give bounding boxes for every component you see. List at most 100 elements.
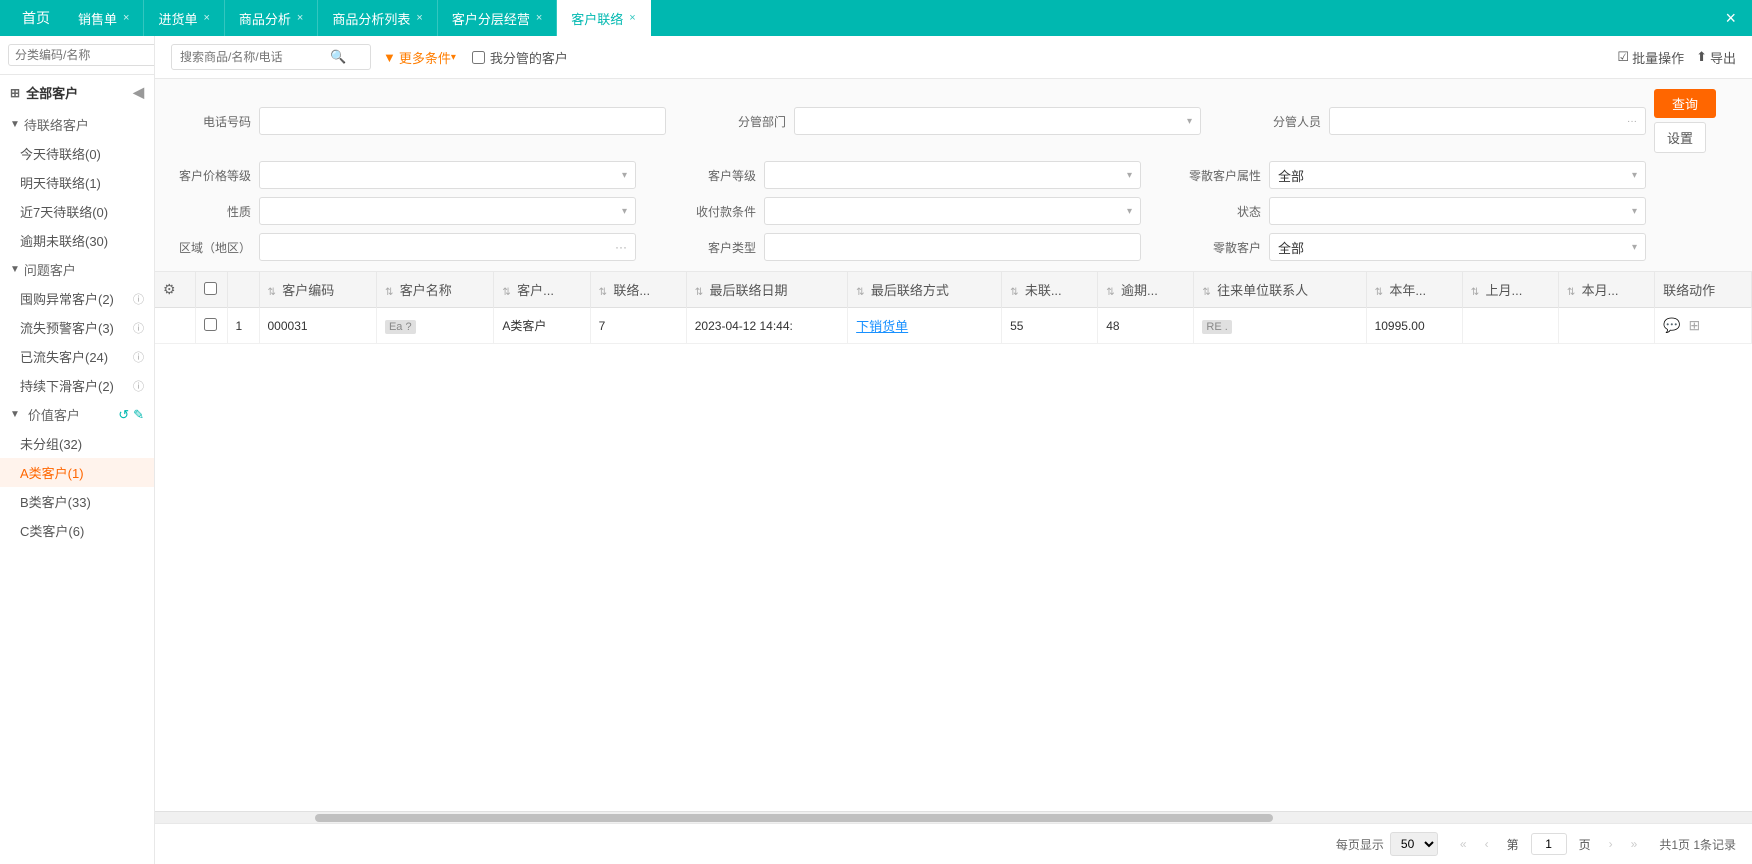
first-page-button[interactable]: « [1454,835,1473,853]
th-not-contacted[interactable]: ⇅ 未联... [1002,272,1098,308]
sort-icon: ⇅ [268,287,276,298]
last-page-button[interactable]: » [1625,835,1644,853]
per-page-select[interactable]: 50 [1390,832,1438,856]
settings-button[interactable]: 设置 [1654,122,1706,153]
query-button[interactable]: 查询 [1654,89,1716,118]
th-this-year[interactable]: ⇅ 本年... [1366,272,1462,308]
info-icon: ⓘ [133,349,144,365]
customer-level-select[interactable]: ▾ [764,161,1141,189]
td-last-contact-date: 2023-04-12 14:44: [686,308,847,344]
th-settings[interactable]: ⚙ [155,272,195,308]
close-icon[interactable]: × [629,12,635,24]
td-settings [155,308,195,344]
filter-search-icon[interactable]: 🔍 [330,49,346,65]
th-code[interactable]: ⇅ 客户编码 [259,272,376,308]
more-conditions-button[interactable]: ▼ 更多条件 ▾ [383,48,456,67]
td-checkbox [195,308,227,344]
page-input[interactable] [1531,833,1567,855]
close-icon[interactable]: × [416,12,422,24]
nav-tab-purchase[interactable]: 进货单 × [144,0,224,36]
scrollbar-thumb[interactable] [315,814,1273,822]
nav-tab-sales[interactable]: 销售单 × [64,0,144,36]
gear-icon[interactable]: ⚙ [163,281,176,297]
export-icon: ⬆ [1696,49,1707,65]
sidebar-item-7day-pending[interactable]: 近7天待联络(0) [0,197,154,226]
sidebar-group-pending[interactable]: ▼ 待联络客户 [0,110,154,139]
edit-icon[interactable]: ✎ [133,407,144,423]
next-page-button[interactable]: › [1603,835,1619,853]
refresh-icon[interactable]: ↺ [118,407,129,423]
sidebar-search-input[interactable] [8,44,155,66]
sidebar-item-a-class[interactable]: A类客户(1) [0,458,154,487]
sidebar-item-churn-warning[interactable]: 流失预警客户(3) ⓘ [0,313,154,342]
zero-retail-attr-select[interactable]: 全部 ▾ [1269,161,1646,189]
close-icon[interactable]: × [123,12,129,24]
region-label: 区域（地区） [171,239,251,256]
close-icon[interactable]: × [203,12,209,24]
person-select[interactable]: ··· [1329,107,1646,135]
my-customers-checkbox-label[interactable]: 我分管的客户 [472,48,568,67]
sidebar-item-ungrouped[interactable]: 未分组(32) [0,429,154,458]
batch-operation-button[interactable]: ☑ 批量操作 [1617,48,1684,67]
close-icon[interactable]: × [536,12,542,24]
collapse-button[interactable]: ◀ [133,84,144,101]
chevron-down-icon: ▾ [622,170,627,181]
close-all-button[interactable]: × [1717,8,1744,29]
sidebar-group-problem[interactable]: ▼ 问题客户 [0,255,154,284]
th-this-month[interactable]: ⇅ 本月... [1558,272,1654,308]
payment-select[interactable]: ▾ [764,197,1141,225]
filter-row-3: 性质 ▾ 收付款条件 ▾ 状态 [171,197,1736,225]
nature-select[interactable]: ▾ [259,197,636,225]
th-last-contact-date[interactable]: ⇅ 最后联络日期 [686,272,847,308]
th-last-contact-method[interactable]: ⇅ 最后联络方式 [848,272,1002,308]
dept-select[interactable]: ▾ [794,107,1201,135]
export-button[interactable]: ⬆ 导出 [1696,48,1736,67]
sidebar-item-declining[interactable]: 持续下滑客户(2) ⓘ [0,371,154,400]
filter-bar: 🔍 ▼ 更多条件 ▾ 我分管的客户 ☑ 批量操作 ⬆ 导出 [155,36,1752,79]
contact-method-link[interactable]: 下销货单 [856,319,908,334]
sidebar-item-overdue-contact[interactable]: 逾期未联络(30) [0,226,154,255]
th-contact-count[interactable]: ⇅ 联络... [590,272,686,308]
sidebar-item-tomorrow-pending[interactable]: 明天待联络(1) [0,168,154,197]
th-last-month[interactable]: ⇅ 上月... [1462,272,1558,308]
nav-tab-product-list[interactable]: 商品分析列表 × [318,0,437,36]
search-wrap: 🔍 [171,44,371,70]
nav-home[interactable]: 首页 [8,0,64,36]
horizontal-scrollbar[interactable] [155,811,1752,823]
th-related-contact[interactable]: ⇅ 往来单位联系人 [1194,272,1366,308]
action-chat-icon[interactable]: 💬 [1663,317,1680,334]
nav-tab-customer-contact[interactable]: 客户联络 × [557,0,650,36]
select-all-checkbox[interactable] [204,282,217,295]
close-icon[interactable]: × [297,12,303,24]
phone-input[interactable] [259,107,666,135]
td-last-contact-method[interactable]: 下销货单 [848,308,1002,344]
row-checkbox[interactable] [204,318,217,331]
th-overdue[interactable]: ⇅ 逾期... [1098,272,1194,308]
customer-type-select[interactable] [764,233,1141,261]
sidebar-item-b-class[interactable]: B类客户(33) [0,487,154,516]
region-select[interactable]: ··· [259,233,636,261]
filter-row-4: 区域（地区） ··· 客户类型 零散客户 [171,233,1736,261]
price-level-select[interactable]: ▾ [259,161,636,189]
all-customers-header[interactable]: ⊞ 全部客户 ◀ [0,75,154,110]
nav-tab-product-analysis[interactable]: 商品分析 × [225,0,318,36]
search-input[interactable] [180,50,330,64]
sidebar-item-stockpile-abnormal[interactable]: 囤购异常客户(2) ⓘ [0,284,154,313]
sidebar-item-c-class[interactable]: C类客户(6) [0,516,154,545]
my-customers-checkbox[interactable] [472,51,485,64]
page-label: 第 [1501,834,1525,855]
prev-page-button[interactable]: ‹ [1479,835,1495,853]
sidebar-group-value[interactable]: ▼ 价值客户 ↺ ✎ [0,400,154,429]
th-type[interactable]: ⇅ 客户... [494,272,590,308]
sidebar-item-churned[interactable]: 已流失客户(24) ⓘ [0,342,154,371]
status-select[interactable]: ▾ [1269,197,1646,225]
filter-cell-payment: 收付款条件 ▾ [676,197,1141,225]
nav-tab-customer-stratify[interactable]: 客户分层经营 × [438,0,557,36]
zero-retail-select[interactable]: 全部 ▾ [1269,233,1646,261]
sort-icon: ⇅ [1375,287,1383,298]
action-qr-icon[interactable]: ⊞ [1689,317,1701,334]
th-name[interactable]: ⇅ 客户名称 [376,272,493,308]
filter-cell-zero-retail: 零散客户 全部 ▾ [1181,233,1646,261]
sidebar-item-today-pending[interactable]: 今天待联络(0) [0,139,154,168]
person-label: 分管人员 [1241,113,1321,130]
